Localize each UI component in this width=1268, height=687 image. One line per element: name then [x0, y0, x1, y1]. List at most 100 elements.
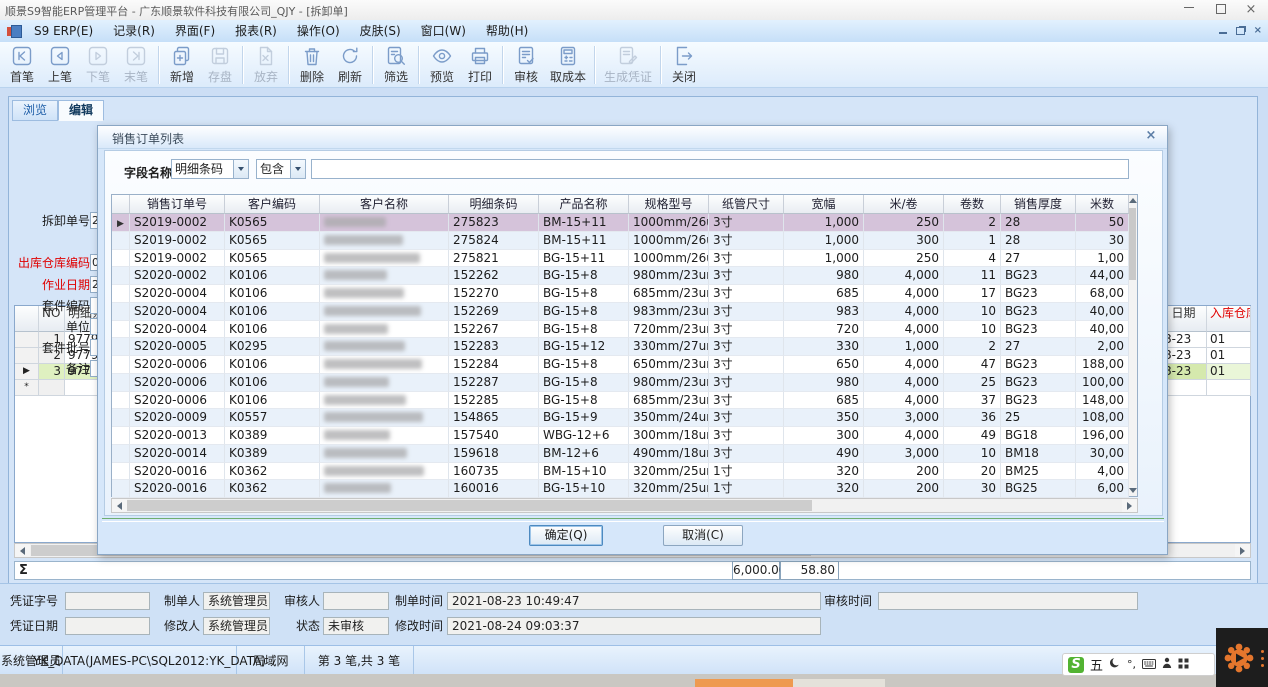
scroll-up-icon[interactable]	[1129, 198, 1137, 203]
grid-cell: 300	[864, 232, 944, 250]
grid-cell: 3寸	[709, 267, 784, 285]
blurred-customer-name	[324, 448, 407, 458]
cancel-button[interactable]: 取消(C)	[663, 525, 743, 546]
tab-浏览[interactable]: 浏览	[12, 100, 58, 121]
ok-button[interactable]: 确定(Q)	[529, 525, 603, 546]
grid-cell: S2020-0004	[130, 303, 225, 321]
scroll-thumb[interactable]	[1129, 208, 1136, 280]
menu-item-2[interactable]: 报表(R)	[225, 20, 287, 42]
toolbar-button-筛选[interactable]: 筛选	[377, 44, 415, 86]
refresh-icon	[339, 45, 361, 68]
filter-operator-combo[interactable]: 包含	[256, 159, 306, 179]
screen-recorder-panel[interactable]	[1216, 628, 1268, 687]
field-input-套件编码[interactable]	[90, 297, 97, 314]
menu-item-5[interactable]: 窗口(W)	[411, 20, 476, 42]
toolbar-button-刷新[interactable]: 刷新	[331, 44, 369, 86]
discard-icon	[255, 45, 277, 68]
grid-hscrollbar[interactable]	[111, 498, 1138, 513]
toolbar-button-上笔[interactable]: 上笔	[41, 44, 79, 86]
scroll-left-icon[interactable]	[112, 499, 127, 512]
dialog-close-icon[interactable]: ×	[1143, 128, 1159, 144]
filter-value-input[interactable]	[311, 159, 1129, 179]
person-icon[interactable]	[1162, 657, 1172, 672]
row-selector	[112, 267, 130, 285]
field-input-出库仓库编码[interactable]: 0	[90, 254, 97, 271]
moon-icon[interactable]	[1109, 657, 1121, 672]
scroll-right-icon[interactable]	[1122, 499, 1137, 512]
grid-header-7: 纸管尺寸	[709, 195, 784, 214]
sales-order-grid[interactable]: 销售订单号客户编码客户名称明细条码产品名称规格型号纸管尺寸宽幅米/卷卷数销售厚度…	[111, 194, 1138, 497]
taskbar-item-active[interactable]	[695, 679, 793, 687]
dialog-title-bar[interactable]: 销售订单列表 ×	[98, 126, 1167, 149]
toolbar-separator	[660, 46, 662, 84]
toolbar-button-首笔[interactable]: 首笔	[3, 44, 41, 86]
grid-cell: 3寸	[709, 232, 784, 250]
separator-line	[102, 518, 1164, 522]
combo-dropdown-icon[interactable]	[233, 160, 248, 178]
field-input-拆卸单号[interactable]: 2	[90, 212, 97, 229]
grid-cell: BG-15+12	[539, 338, 629, 356]
mdi-close-icon[interactable]: ×	[1254, 23, 1262, 39]
toolbar-button-关闭[interactable]: 关闭	[665, 44, 703, 86]
menu-items: S9 ERP(E) 记录(R)界面(F)报表(R)操作(O)皮肤(S)窗口(W)…	[24, 20, 538, 42]
toolbox-icon[interactable]	[1178, 658, 1189, 672]
grid-cell: 10	[944, 321, 1001, 339]
menu-item-3[interactable]: 操作(O)	[287, 20, 350, 42]
menu-item-6[interactable]: 帮助(H)	[476, 20, 538, 42]
mdi-minimize-icon[interactable]	[1219, 32, 1227, 34]
grid-cell	[320, 303, 449, 321]
row-selector	[112, 250, 130, 268]
field-input-备注[interactable]	[90, 360, 97, 377]
menu-item-4[interactable]: 皮肤(S)	[350, 20, 411, 42]
taskbar-item[interactable]	[793, 679, 885, 687]
scroll-thumb[interactable]	[127, 500, 812, 511]
toolbar-separator	[418, 46, 420, 84]
ime-punctuation[interactable]: °,	[1127, 658, 1136, 671]
toolbar-button-预览[interactable]: 预览	[423, 44, 461, 86]
field-input-单位[interactable]	[90, 318, 97, 335]
keyboard-icon[interactable]	[1142, 658, 1156, 672]
ime-logo-icon[interactable]: S	[1068, 657, 1084, 673]
grid-cell	[320, 445, 449, 463]
blurred-customer-name	[324, 483, 391, 493]
grid-cell: K0106	[225, 374, 320, 392]
menu-item-app[interactable]: S9 ERP(E)	[24, 20, 103, 42]
restore-button[interactable]	[1206, 0, 1236, 19]
close-button[interactable]: ×	[1236, 0, 1266, 19]
toolbar-button-label: 生成凭证	[604, 68, 652, 85]
menu-item-1[interactable]: 界面(F)	[165, 20, 225, 42]
toolbar-button-打印[interactable]: 打印	[461, 44, 499, 86]
print-icon	[469, 45, 491, 68]
scroll-left-icon[interactable]	[15, 544, 30, 557]
tab-编辑[interactable]: 编辑	[58, 100, 104, 121]
mdi-restore-icon[interactable]	[1236, 27, 1245, 35]
grid-header-12: 米数	[1076, 195, 1129, 214]
toolbar-button-删除[interactable]: 删除	[293, 44, 331, 86]
toolbar-button-取成本[interactable]: 取成本	[545, 44, 591, 86]
ime-mode-wubi[interactable]: 五	[1090, 655, 1103, 674]
combo-dropdown-icon[interactable]	[290, 160, 305, 178]
grid-cell: K0106	[225, 267, 320, 285]
filter-field-combo[interactable]: 明细条码	[171, 159, 249, 179]
status-network: 局域网	[237, 646, 305, 675]
grid-cell: BM-15+10	[539, 463, 629, 481]
field-input-套件批号[interactable]	[90, 339, 97, 356]
grid-header-10: 卷数	[944, 195, 1001, 214]
scroll-down-icon[interactable]	[1129, 488, 1137, 493]
grid-cell	[320, 427, 449, 445]
gear-play-icon[interactable]	[1222, 641, 1256, 675]
audit-time-field	[878, 592, 1138, 610]
row-selector	[112, 409, 130, 427]
grid-cell: S2020-0004	[130, 285, 225, 303]
grid-header-6: 规格型号	[629, 195, 709, 214]
grid-cell: 44,00	[1076, 267, 1129, 285]
grid-cell	[320, 392, 449, 410]
menu-item-0[interactable]: 记录(R)	[103, 20, 165, 42]
toolbar-button-新增[interactable]: 新增	[163, 44, 201, 86]
field-input-作业日期[interactable]: 2	[90, 276, 97, 293]
toolbar-button-审核[interactable]: 审核	[507, 44, 545, 86]
scroll-right-icon[interactable]	[1235, 544, 1250, 557]
grid-cell: 27	[1001, 338, 1076, 356]
minimize-button[interactable]	[1174, 0, 1204, 19]
row-selector	[112, 463, 130, 481]
